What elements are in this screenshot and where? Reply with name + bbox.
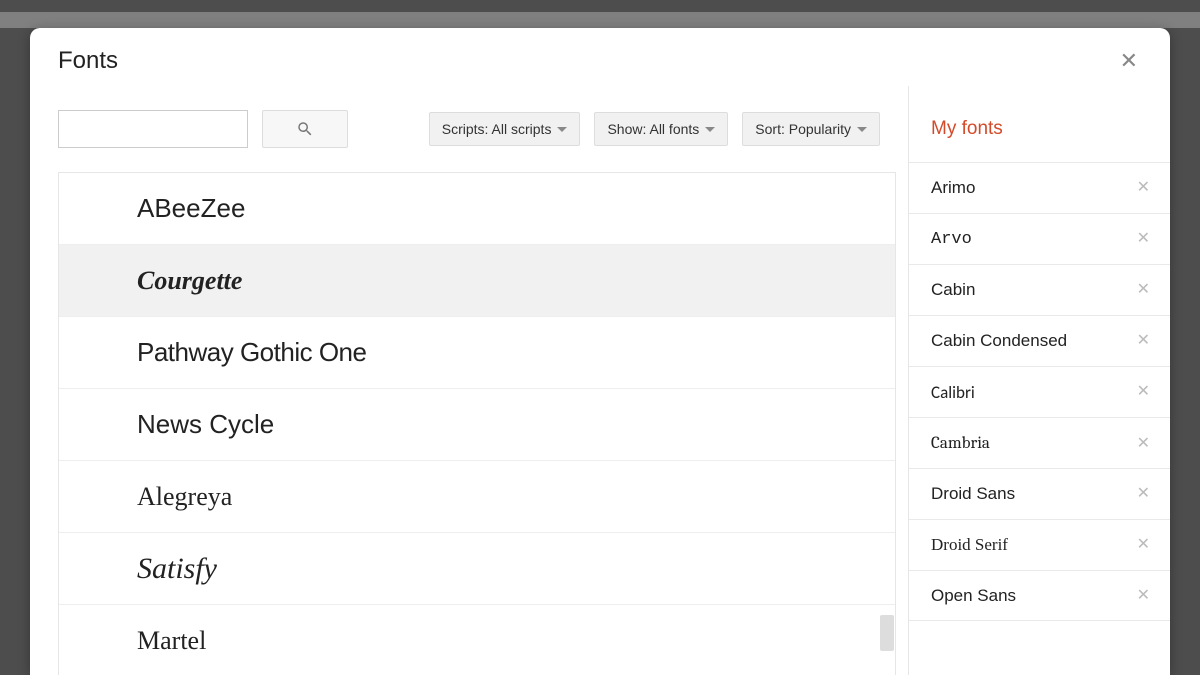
font-row[interactable]: News Cycle	[59, 389, 895, 461]
my-font-name: Open Sans	[931, 586, 1016, 606]
remove-font-button[interactable]: ✕	[1137, 486, 1150, 502]
show-filter[interactable]: Show: All fonts	[594, 112, 728, 146]
sort-label: Sort: Popularity	[755, 121, 851, 137]
my-fonts-list: Arimo✕Arvo✕Cabin✕Cabin Condensed✕Calibri…	[909, 162, 1170, 621]
controls-row: Scripts: All scripts Show: All fonts Sor…	[58, 110, 908, 148]
font-row[interactable]: ABeeZee	[59, 173, 895, 245]
close-button[interactable]: ✕	[1116, 46, 1142, 76]
remove-font-button[interactable]: ✕	[1137, 435, 1150, 451]
my-font-row[interactable]: Open Sans ✕	[909, 570, 1170, 621]
fonts-dialog: Fonts ✕ Scripts: All scripts Show: All f…	[30, 28, 1170, 675]
scrollbar-thumb[interactable]	[880, 615, 894, 651]
search-button[interactable]	[262, 110, 348, 148]
font-name: Martel	[137, 626, 206, 656]
right-pane: My fonts Arimo✕Arvo✕Cabin✕Cabin Condense…	[908, 86, 1170, 675]
font-row[interactable]: Alegreya	[59, 461, 895, 533]
my-font-name: Arvo	[931, 230, 972, 249]
remove-font-button[interactable]: ✕	[1137, 384, 1150, 400]
font-name: News Cycle	[137, 409, 274, 440]
show-label: Show: All fonts	[607, 121, 699, 137]
close-icon: ✕	[1137, 485, 1150, 502]
search-input[interactable]	[58, 110, 248, 148]
close-icon: ✕	[1137, 382, 1150, 401]
my-font-row[interactable]: Arvo ✕	[909, 213, 1170, 264]
chevron-down-icon	[557, 127, 567, 132]
remove-font-button[interactable]: ✕	[1137, 231, 1150, 247]
font-list[interactable]: ABeeZee Courgette Pathway Gothic One News C…	[58, 172, 896, 675]
my-font-name: Droid Serif	[931, 535, 1008, 555]
my-font-name: Calibri	[931, 382, 975, 403]
remove-font-button[interactable]: ✕	[1137, 588, 1150, 604]
close-icon: ✕	[1137, 434, 1150, 452]
my-font-name: Droid Sans	[931, 484, 1015, 504]
remove-font-button[interactable]: ✕	[1137, 180, 1150, 196]
my-font-row[interactable]: Cambria ✕	[909, 417, 1170, 468]
my-font-name: Cabin	[931, 280, 975, 300]
scripts-label: Scripts: All scripts	[442, 121, 552, 137]
font-row[interactable]: Pathway Gothic One	[59, 317, 895, 389]
chevron-down-icon	[705, 127, 715, 132]
close-icon: ✕	[1120, 48, 1138, 73]
left-pane: Scripts: All scripts Show: All fonts Sor…	[30, 86, 908, 675]
font-name: ABeeZee	[137, 193, 245, 224]
scripts-filter[interactable]: Scripts: All scripts	[429, 112, 581, 146]
search-icon	[296, 120, 314, 138]
my-font-row[interactable]: Cabin ✕	[909, 264, 1170, 315]
close-icon: ✕	[1137, 230, 1150, 248]
my-font-row[interactable]: Droid Serif ✕	[909, 519, 1170, 570]
my-font-row[interactable]: Cabin Condensed ✕	[909, 315, 1170, 366]
font-name: Satisfy	[137, 552, 217, 586]
font-name: Courgette	[137, 266, 242, 296]
close-icon: ✕	[1137, 587, 1150, 604]
close-icon: ✕	[1137, 179, 1150, 196]
font-name: Pathway Gothic One	[137, 337, 366, 368]
remove-font-button[interactable]: ✕	[1137, 333, 1150, 349]
close-icon: ✕	[1137, 281, 1150, 298]
my-fonts-title: My fonts	[909, 110, 1170, 162]
my-font-row[interactable]: Calibri ✕	[909, 366, 1170, 417]
dialog-header: Fonts ✕	[30, 28, 1170, 86]
font-row[interactable]: Courgette	[59, 245, 895, 317]
dialog-title: Fonts	[58, 47, 118, 75]
close-icon: ✕	[1137, 536, 1150, 553]
my-font-name: Cabin Condensed	[931, 331, 1067, 351]
my-font-name: Cambria	[931, 434, 990, 453]
my-font-row[interactable]: Droid Sans ✕	[909, 468, 1170, 519]
remove-font-button[interactable]: ✕	[1137, 282, 1150, 298]
font-row[interactable]: Martel	[59, 605, 895, 675]
chevron-down-icon	[857, 127, 867, 132]
close-icon: ✕	[1137, 332, 1150, 349]
font-name: Alegreya	[137, 482, 232, 512]
my-font-row[interactable]: Arimo ✕	[909, 162, 1170, 213]
remove-font-button[interactable]: ✕	[1137, 537, 1150, 553]
app-backdrop	[0, 0, 1200, 28]
font-row[interactable]: Satisfy	[59, 533, 895, 605]
my-font-name: Arimo	[931, 178, 975, 198]
dialog-body: Scripts: All scripts Show: All fonts Sor…	[30, 86, 1170, 675]
sort-filter[interactable]: Sort: Popularity	[742, 112, 880, 146]
